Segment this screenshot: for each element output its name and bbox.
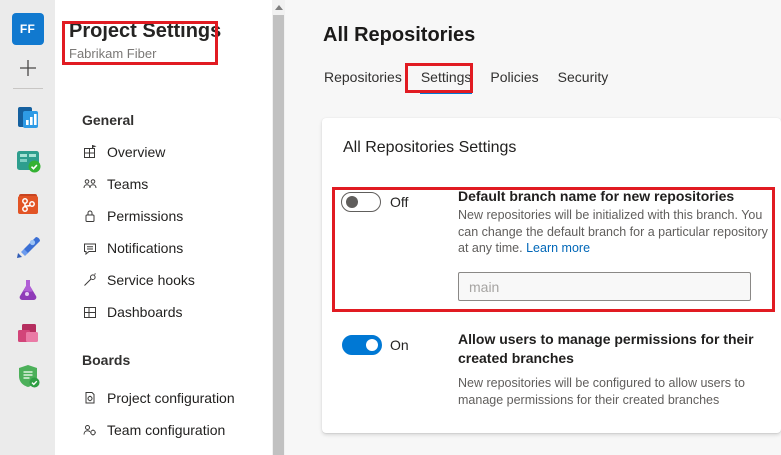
sidebar-item-label: Project configuration <box>107 390 235 406</box>
tab-repositories[interactable]: Repositories <box>323 66 403 94</box>
project-avatar[interactable]: FF <box>11 13 44 45</box>
setting-title: Default branch name for new repositories <box>458 188 735 204</box>
sidebar-item-label: Service hooks <box>107 272 195 288</box>
dashboards-grid-icon <box>84 307 96 318</box>
lock-icon <box>85 210 95 222</box>
sidebar-item-overview[interactable]: Overview <box>82 136 268 168</box>
service-hooks-icon <box>84 273 96 286</box>
sidebar-item-label: Permissions <box>107 208 184 224</box>
sidebar-item-teams[interactable]: Teams <box>82 168 268 200</box>
main-heading: All Repositories <box>323 24 476 46</box>
project-name: Fabrikam Fiber <box>69 46 157 61</box>
sidebar-item-label: Notifications <box>107 240 184 256</box>
setting-description: New repositories will be initialized wit… <box>458 207 774 257</box>
sidebar-item-label: Teams <box>107 176 149 192</box>
setting-title: Allow users to manage permissions for th… <box>458 331 754 366</box>
toggle-state-label: On <box>390 337 409 353</box>
overview-grid-icon <box>84 145 97 158</box>
add-icon[interactable] <box>16 56 40 80</box>
card-title: All Repositories Settings <box>343 139 517 156</box>
tab-security[interactable]: Security <box>557 66 610 94</box>
sidebar-item-label: Overview <box>107 144 166 160</box>
sidebar-item-label: Dashboards <box>107 304 183 320</box>
default-branch-name-input[interactable] <box>458 272 751 301</box>
overview-summary-icon[interactable] <box>14 104 42 132</box>
artifacts-icon[interactable] <box>14 319 42 347</box>
document-gear-icon <box>85 392 95 404</box>
sidebar-item-permissions[interactable]: Permissions <box>82 200 268 232</box>
tab-policies[interactable]: Policies <box>489 66 539 94</box>
teams-icon <box>83 179 97 189</box>
nav-group-general: General <box>82 112 135 128</box>
people-gear-icon <box>83 425 96 436</box>
app-icon-rail: FF <box>0 0 55 455</box>
toggle-state-label: Off <box>390 194 409 210</box>
rail-divider <box>12 88 43 89</box>
scrollbar-up-arrow-icon[interactable] <box>274 5 283 10</box>
comment-icon <box>84 243 96 256</box>
sidebar-item-team-configuration[interactable]: Team configuration <box>82 414 268 446</box>
setting-description: New repositories will be configured to a… <box>458 376 745 407</box>
sidebar-scrollbar[interactable] <box>272 0 285 455</box>
repos-icon[interactable] <box>14 190 42 218</box>
pipelines-icon[interactable] <box>14 233 42 261</box>
all-repositories-settings-card: All Repositories Settings Off Default br… <box>322 118 781 433</box>
setting-description-text: New repositories will be initialized wit… <box>458 208 768 255</box>
sidebar-item-service-hooks[interactable]: Service hooks <box>82 264 268 296</box>
security-shield-icon[interactable] <box>14 362 42 390</box>
toggle-knob <box>346 196 358 208</box>
tab-settings[interactable]: Settings <box>419 66 473 94</box>
test-plans-icon[interactable] <box>14 276 42 304</box>
boards-icon[interactable] <box>14 147 42 175</box>
learn-more-link[interactable]: Learn more <box>526 241 590 255</box>
repositories-tab-bar: Repositories Settings Policies Security <box>323 66 609 94</box>
sidebar-item-notifications[interactable]: Notifications <box>82 232 268 264</box>
toggle-knob <box>366 339 378 351</box>
settings-nav: General Overview Teams Permissions Notif… <box>82 104 268 446</box>
branch-permissions-toggle[interactable] <box>342 335 382 355</box>
default-branch-toggle[interactable] <box>341 192 381 212</box>
nav-group-boards: Boards <box>82 352 131 368</box>
project-settings-sidebar: Project Settings Fabrikam Fiber General … <box>55 0 272 455</box>
sidebar-item-project-configuration[interactable]: Project configuration <box>82 382 268 414</box>
sidebar-item-dashboards[interactable]: Dashboards <box>82 296 268 328</box>
page-title: Project Settings <box>69 20 222 42</box>
sidebar-item-label: Team configuration <box>107 422 226 438</box>
scrollbar-thumb[interactable] <box>273 15 284 455</box>
